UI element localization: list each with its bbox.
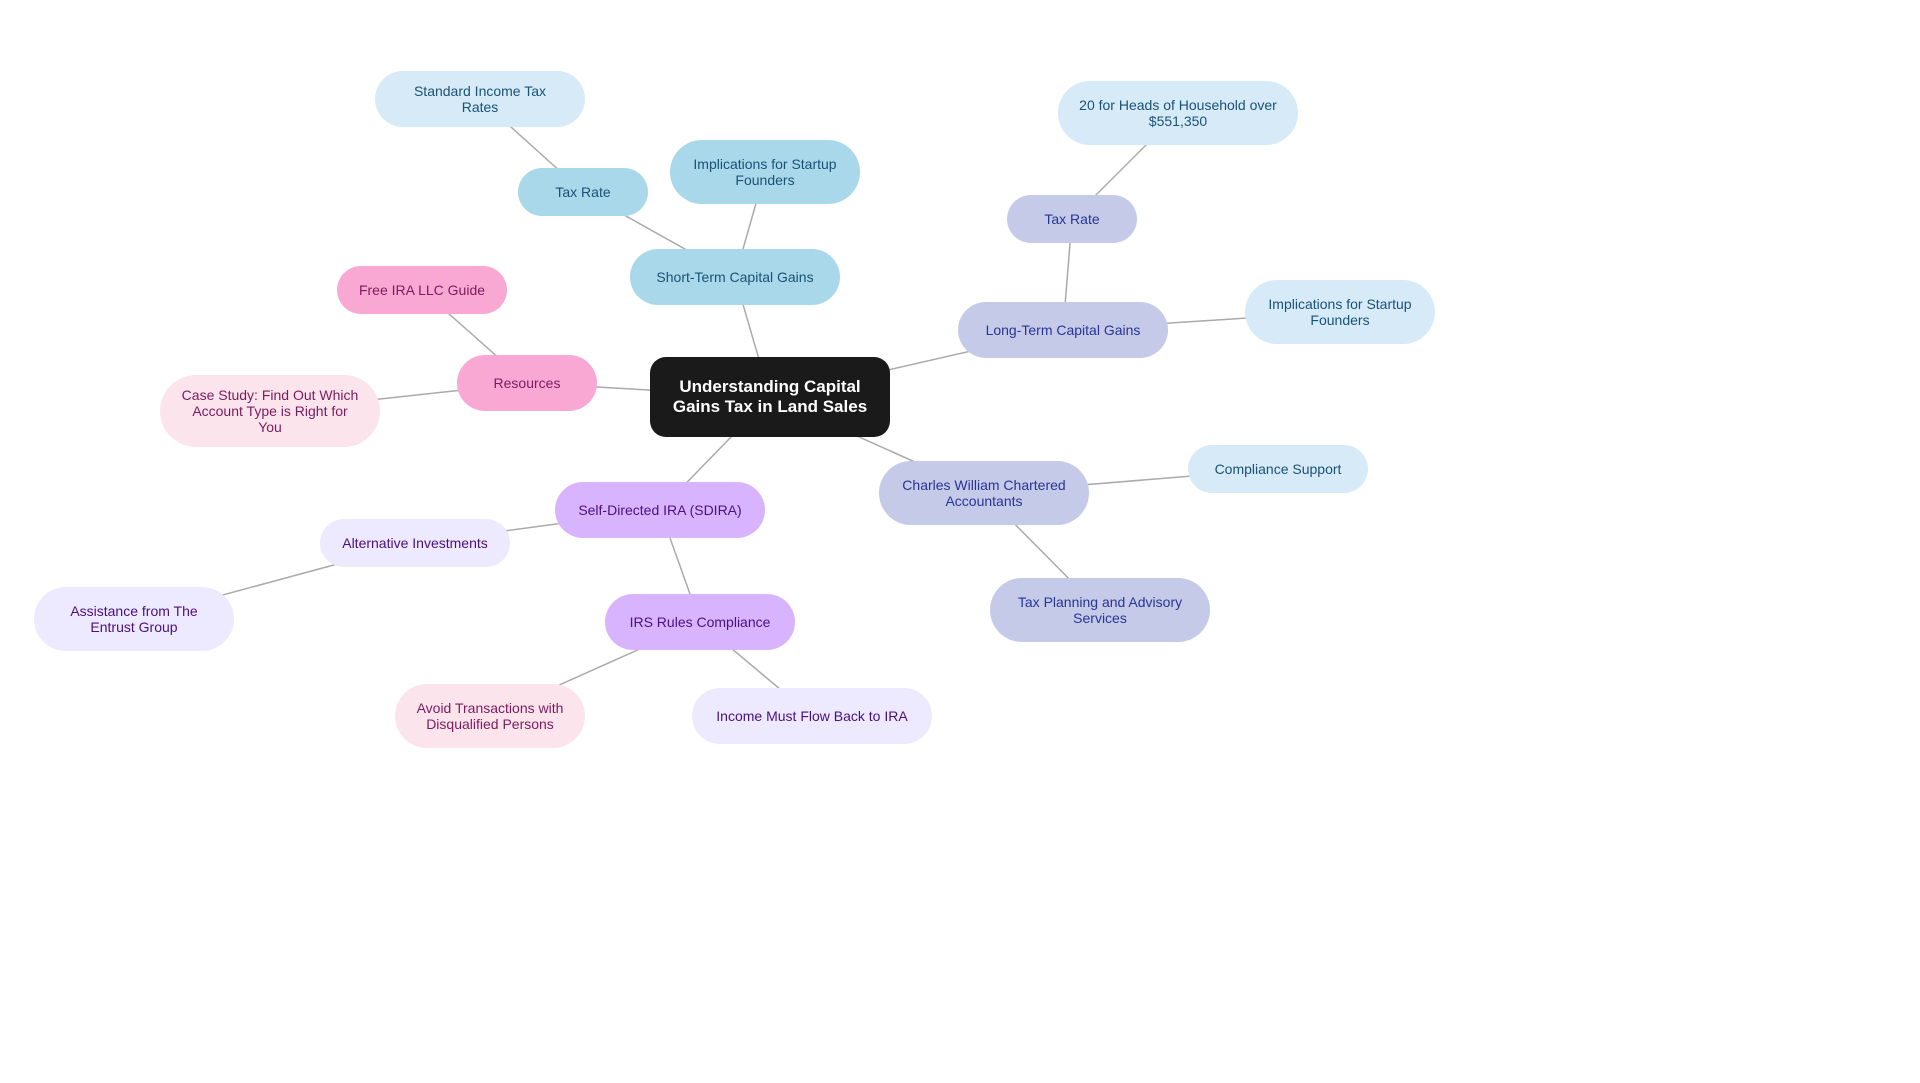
node-implications_startup_left[interactable]: Implications for Startup Founders	[670, 140, 860, 204]
node-avoid_transactions[interactable]: Avoid Transactions with Disqualified Per…	[395, 684, 585, 748]
mindmap-container: Understanding Capital Gains Tax in Land …	[0, 0, 1920, 1083]
node-free_ira[interactable]: Free IRA LLC Guide	[337, 266, 507, 314]
connections-svg	[0, 0, 1920, 1083]
node-tax_planning[interactable]: Tax Planning and Advisory Services	[990, 578, 1210, 642]
node-tax_rate_left[interactable]: Tax Rate	[518, 168, 648, 216]
node-income_flow[interactable]: Income Must Flow Back to IRA	[692, 688, 932, 744]
node-charles_william[interactable]: Charles William Chartered Accountants	[879, 461, 1089, 525]
node-long_term[interactable]: Long-Term Capital Gains	[958, 302, 1168, 358]
node-center[interactable]: Understanding Capital Gains Tax in Land …	[650, 357, 890, 437]
node-tax_rate_right[interactable]: Tax Rate	[1007, 195, 1137, 243]
node-irs_rules[interactable]: IRS Rules Compliance	[605, 594, 795, 650]
node-compliance_support[interactable]: Compliance Support	[1188, 445, 1368, 493]
node-short_term[interactable]: Short-Term Capital Gains	[630, 249, 840, 305]
node-implications_startup_right[interactable]: Implications for Startup Founders	[1245, 280, 1435, 344]
node-20_heads[interactable]: 20 for Heads of Household over $551,350	[1058, 81, 1298, 145]
node-assistance[interactable]: Assistance from The Entrust Group	[34, 587, 234, 651]
node-standard_income[interactable]: Standard Income Tax Rates	[375, 71, 585, 127]
node-case_study[interactable]: Case Study: Find Out Which Account Type …	[160, 375, 380, 447]
node-alternative_investments[interactable]: Alternative Investments	[320, 519, 510, 567]
node-resources[interactable]: Resources	[457, 355, 597, 411]
node-self_directed[interactable]: Self-Directed IRA (SDIRA)	[555, 482, 765, 538]
